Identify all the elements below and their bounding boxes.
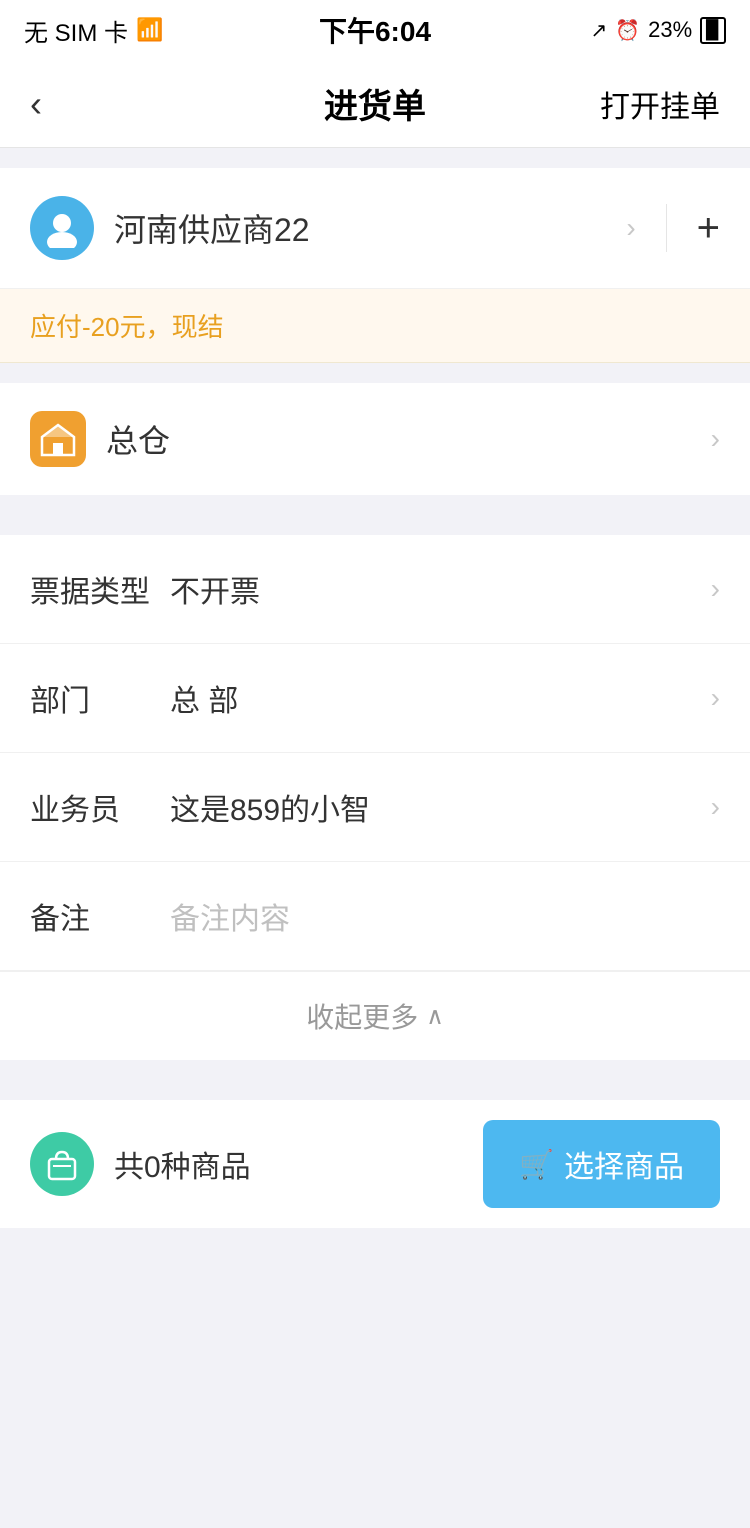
invoice-type-chevron-icon: › <box>711 573 720 605</box>
bottom-bar: 共0种商品 🛒 选择商品 <box>0 1100 750 1228</box>
remark-row[interactable]: 备注 备注内容 <box>0 862 750 971</box>
collapse-row[interactable]: 收起更多 ∧ <box>0 971 750 1060</box>
location-icon: ↗ <box>590 18 607 43</box>
department-chevron-icon: › <box>711 682 720 714</box>
warehouse-chevron-icon: › <box>711 423 720 455</box>
supplier-avatar <box>30 196 94 260</box>
salesperson-row[interactable]: 业务员 这是859的小智 › <box>0 753 750 862</box>
page-title: 进货单 <box>324 79 426 128</box>
section-gap-3 <box>0 495 750 515</box>
salesperson-chevron-icon: › <box>711 791 720 823</box>
department-label: 部门 <box>30 676 170 720</box>
notice-banner: 应付-20元，现结 <box>0 289 750 363</box>
section-gap-4 <box>0 1060 750 1080</box>
back-button[interactable]: ‹ <box>30 83 90 125</box>
battery-icon: ▉ <box>700 17 726 44</box>
status-indicators: ↗ ⏰ 23% ▉ <box>590 17 726 44</box>
page-rest <box>0 1228 750 1528</box>
section-gap-2 <box>0 363 750 383</box>
warehouse-section: 总仓 › <box>0 383 750 495</box>
salesperson-value: 这是859的小智 <box>170 785 711 829</box>
collapse-arrow-icon: ∧ <box>426 1002 444 1031</box>
supplier-divider <box>666 204 667 252</box>
salesperson-label: 业务员 <box>30 785 170 829</box>
avatar-icon <box>42 208 82 248</box>
product-icon-bg <box>30 1132 94 1196</box>
invoice-type-row[interactable]: 票据类型 不开票 › <box>0 535 750 644</box>
add-supplier-button[interactable]: + <box>697 206 720 251</box>
select-product-icon: 🛒 <box>519 1148 554 1181</box>
warehouse-icon <box>30 411 86 467</box>
section-gap-1 <box>0 148 750 168</box>
department-value: 总 部 <box>170 676 711 720</box>
status-bar: 无 SIM 卡 📶 下午6:04 ↗ ⏰ 23% ▉ <box>0 0 750 60</box>
warehouse-row[interactable]: 总仓 › <box>0 383 750 495</box>
remark-input[interactable]: 备注内容 <box>170 894 720 938</box>
invoice-type-label: 票据类型 <box>30 567 170 611</box>
nav-bar: ‹ 进货单 打开挂单 <box>0 60 750 148</box>
department-row[interactable]: 部门 总 部 › <box>0 644 750 753</box>
supplier-chevron-icon: › <box>626 212 635 244</box>
status-carrier: 无 SIM 卡 📶 <box>24 13 163 48</box>
remark-label: 备注 <box>30 894 170 938</box>
alarm-icon: ⏰ <box>615 18 640 43</box>
form-section: 票据类型 不开票 › 部门 总 部 › 业务员 这是859的小智 › 备注 备注… <box>0 535 750 1060</box>
warehouse-name: 总仓 <box>106 416 711 462</box>
carrier-text: 无 SIM 卡 <box>24 13 128 48</box>
open-hang-button[interactable]: 打开挂单 <box>600 82 720 126</box>
product-count-text: 共0种商品 <box>114 1142 483 1186</box>
select-product-button[interactable]: 🛒 选择商品 <box>483 1120 720 1208</box>
supplier-name: 河南供应商22 <box>114 205 626 251</box>
select-product-label: 选择商品 <box>564 1142 684 1186</box>
invoice-type-value: 不开票 <box>170 567 711 611</box>
supplier-row[interactable]: 河南供应商22 › + <box>0 168 750 289</box>
home-icon <box>40 421 76 457</box>
battery-text: 23% <box>648 17 692 43</box>
status-time: 下午6:04 <box>319 10 431 50</box>
notice-text: 应付-20元，现结 <box>30 312 224 342</box>
wifi-icon: 📶 <box>136 17 163 43</box>
collapse-label: 收起更多 <box>306 996 418 1036</box>
supplier-section: 河南供应商22 › + 应付-20元，现结 <box>0 168 750 363</box>
shopping-bag-icon <box>43 1145 81 1183</box>
